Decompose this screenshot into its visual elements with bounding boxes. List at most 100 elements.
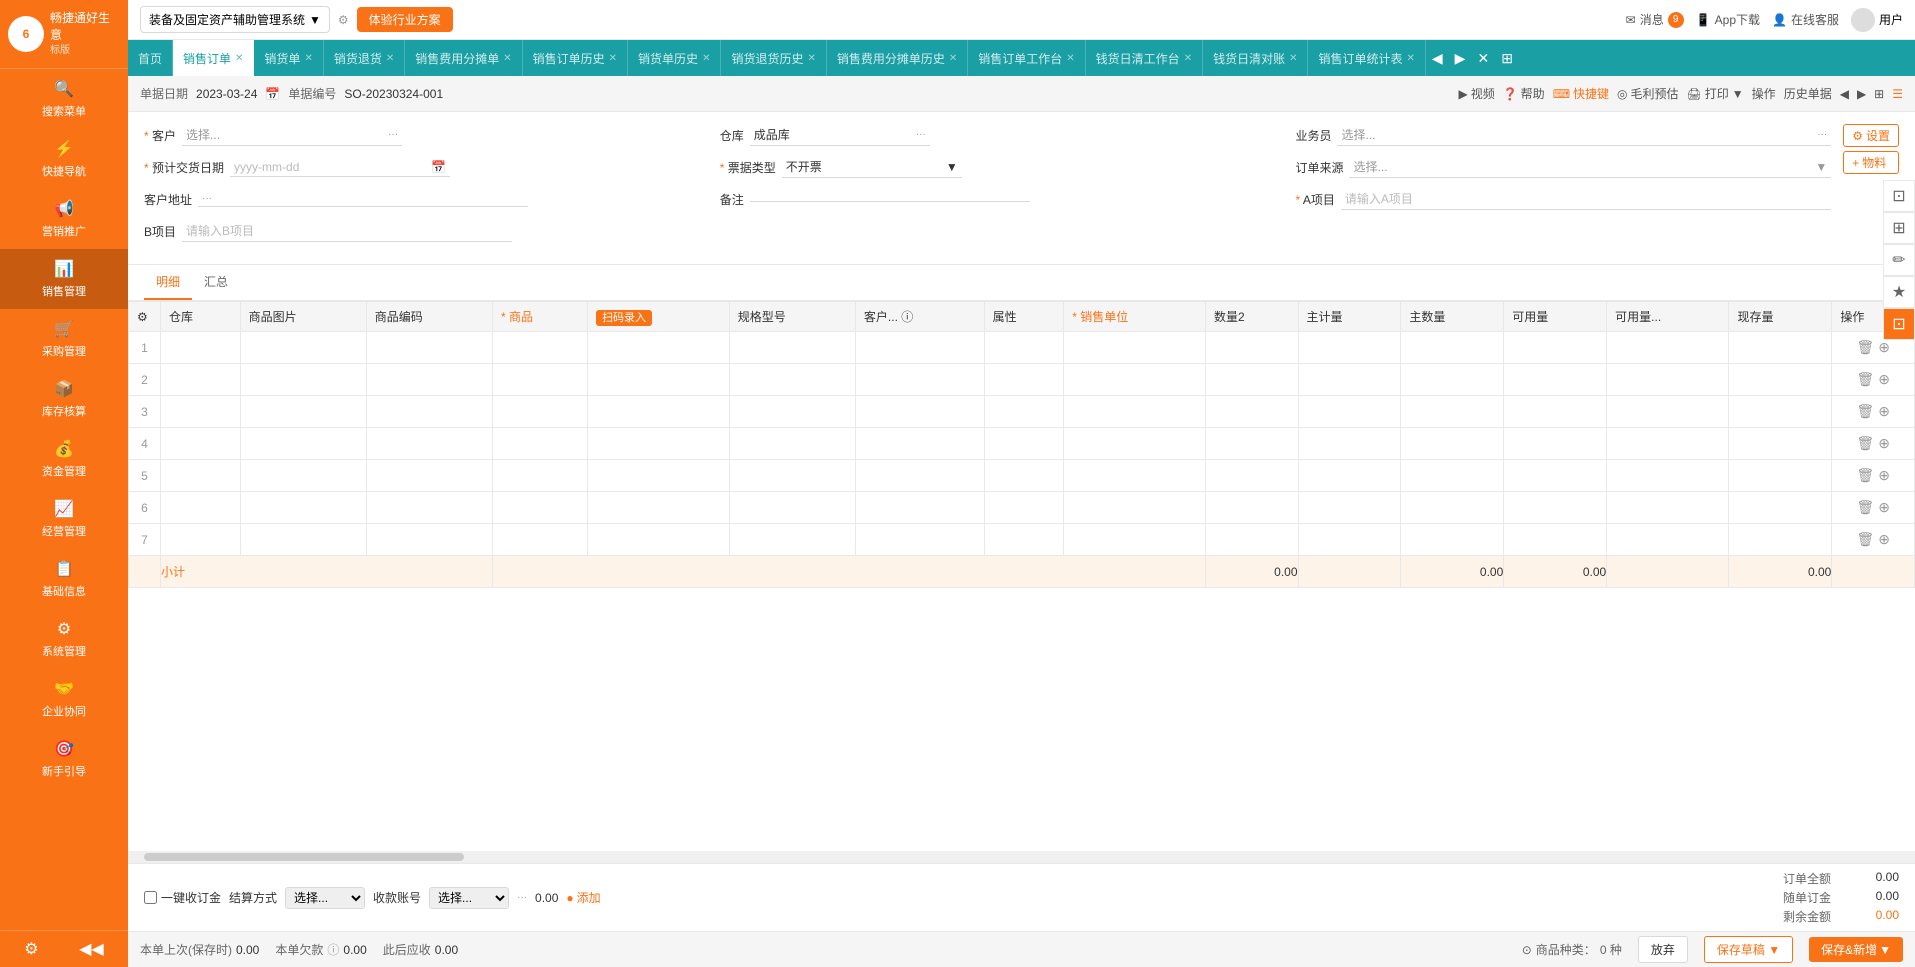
tab-invoice-history[interactable]: 销货单历史 ✕ — [628, 40, 721, 76]
tab-prev-btn[interactable]: ◀ — [1426, 50, 1449, 67]
b-project-input[interactable]: 请输入B项目 — [182, 220, 512, 242]
row-customer-code[interactable] — [855, 332, 984, 364]
row-attr[interactable] — [984, 396, 1064, 428]
row-avail-qty[interactable] — [1504, 332, 1607, 364]
close-icon[interactable]: ✕ — [609, 53, 617, 64]
delete-icon[interactable]: 🗑 — [1856, 531, 1874, 548]
row-image[interactable] — [240, 332, 366, 364]
order-source-input[interactable]: 选择... ▼ — [1349, 156, 1831, 178]
date-value[interactable]: 2023-03-24 — [196, 87, 257, 101]
tab-home[interactable]: 首页 — [128, 40, 173, 76]
close-icon[interactable]: ✕ — [807, 53, 815, 64]
row-unit[interactable] — [1064, 364, 1206, 396]
row-unit[interactable] — [1064, 332, 1206, 364]
th-scan[interactable]: 扫码录入 — [588, 302, 730, 332]
row-spec[interactable] — [729, 396, 855, 428]
tab-order-workbench[interactable]: 销售订单工作台 ✕ — [968, 40, 1085, 76]
sidebar-item-management[interactable]: 📈 经营管理 — [0, 489, 128, 549]
scroll-thumb[interactable] — [144, 853, 464, 861]
right-panel-btn-3[interactable]: ✏ — [1883, 244, 1915, 276]
tab-sales-invoice[interactable]: 销货单 ✕ — [254, 40, 323, 76]
right-panel-btn-4[interactable]: ★ — [1883, 276, 1915, 308]
quick-checkout-input[interactable] — [144, 891, 157, 904]
salesman-input[interactable]: 选择... ··· — [1337, 124, 1831, 146]
sidebar-item-inventory[interactable]: 📦 库存核算 — [0, 369, 128, 429]
history-action[interactable]: 历史单据 — [1784, 85, 1832, 102]
row-qty2[interactable] — [1205, 332, 1298, 364]
close-icon[interactable]: ✕ — [235, 53, 243, 64]
delete-icon[interactable]: 🗑 — [1856, 403, 1874, 420]
sidebar-item-system[interactable]: ⚙ 系统管理 — [0, 609, 128, 669]
row-main-unit[interactable] — [1298, 332, 1401, 364]
row-main-unit[interactable] — [1298, 396, 1401, 428]
user-area[interactable]: 用户 — [1851, 8, 1903, 32]
copy-icon[interactable]: ⊕ — [1878, 371, 1890, 388]
row-avail-qty2[interactable] — [1607, 364, 1729, 396]
tab-cash-reconcile[interactable]: 钱货日清对账 ✕ — [1203, 40, 1308, 76]
customer-input[interactable]: 选择... ··· — [182, 124, 402, 146]
tab-summary[interactable]: 汇总 — [192, 265, 240, 300]
app-selector[interactable]: 装备及固定资产辅助管理系统 ▼ — [140, 6, 330, 33]
row-spec[interactable] — [729, 364, 855, 396]
row-attr[interactable] — [984, 332, 1064, 364]
copy-icon[interactable]: ⊕ — [1878, 403, 1890, 420]
save-draft-button[interactable]: 保存草稿 ▼ — [1704, 936, 1793, 963]
delete-icon[interactable]: 🗑 — [1856, 435, 1874, 452]
row-main-qty[interactable] — [1401, 332, 1504, 364]
sidebar-item-purchase[interactable]: 🛒 采购管理 — [0, 309, 128, 369]
row-goods[interactable] — [492, 396, 587, 428]
view-action[interactable]: ▶ 视频 — [1458, 85, 1494, 102]
sidebar-item-quick[interactable]: ⚡ 快捷导航 — [0, 129, 128, 189]
row-code[interactable] — [366, 364, 492, 396]
sidebar-item-marketing[interactable]: 📢 营销推广 — [0, 189, 128, 249]
row-goods[interactable] — [492, 332, 587, 364]
delete-icon[interactable]: 🗑 — [1856, 467, 1874, 484]
delete-icon[interactable]: 🗑 — [1856, 499, 1874, 516]
row-image[interactable] — [240, 364, 366, 396]
shortcut-action[interactable]: ⌨ 快捷键 — [1553, 85, 1609, 102]
sidebar-item-finance[interactable]: 💰 资金管理 — [0, 429, 128, 489]
row-code[interactable] — [366, 396, 492, 428]
tab-detail[interactable]: 明细 — [144, 265, 192, 300]
tab-cash-workbench[interactable]: 钱货日清工作台 ✕ — [1086, 40, 1203, 76]
tab-sales-return[interactable]: 销货退货 ✕ — [324, 40, 405, 76]
remark-input[interactable] — [750, 197, 1030, 202]
message-item[interactable]: ✉ 消息 9 — [1626, 11, 1684, 28]
close-icon[interactable]: ✕ — [386, 53, 394, 64]
close-icon[interactable]: ✕ — [1066, 53, 1074, 64]
close-icon[interactable]: ✕ — [949, 53, 957, 64]
bank-account-select[interactable]: 选择... — [429, 887, 509, 909]
add-settle-button[interactable]: ● 添加 — [566, 889, 600, 906]
row-customer-code[interactable] — [855, 396, 984, 428]
row-avail-qty[interactable] — [1504, 396, 1607, 428]
row-goods[interactable] — [492, 364, 587, 396]
tab-sales-stats[interactable]: 销售订单统计表 ✕ — [1308, 40, 1425, 76]
a-project-input[interactable]: 请输入A项目 — [1341, 188, 1831, 210]
sidebar-item-sales[interactable]: 📊 销售管理 — [0, 249, 128, 309]
profit-action[interactable]: ◎ 毛利预估 — [1617, 85, 1679, 102]
collapse-icon[interactable]: ◀◀ — [79, 939, 104, 959]
solution-button[interactable]: 体验行业方案 — [357, 7, 453, 32]
row-unit[interactable] — [1064, 396, 1206, 428]
row-main-unit[interactable] — [1298, 364, 1401, 396]
online-service-item[interactable]: 👤 在线客服 — [1772, 11, 1839, 28]
row-warehouse[interactable] — [161, 396, 241, 428]
address-input[interactable]: ··· — [198, 191, 528, 207]
help-action[interactable]: ❓ 帮助 — [1503, 85, 1545, 102]
settings-icon[interactable]: ⚙ — [24, 939, 38, 959]
settings-button[interactable]: ⚙ 设置 — [1843, 124, 1899, 147]
row-stock-qty[interactable] — [1729, 396, 1832, 428]
discard-button[interactable]: 放弃 — [1638, 936, 1688, 963]
row-main-qty[interactable] — [1401, 364, 1504, 396]
delivery-date-input[interactable]: yyyy-mm-dd 📅 — [230, 158, 450, 177]
close-icon[interactable]: ✕ — [1184, 53, 1192, 64]
tab-sales-expense[interactable]: 销售费用分摊单 ✕ — [405, 40, 522, 76]
scan-button[interactable]: 扫码录入 — [596, 310, 652, 326]
row-qty2[interactable] — [1205, 396, 1298, 428]
grid-view-btn[interactable]: ⊞ — [1874, 87, 1884, 101]
sidebar-item-search[interactable]: 🔍 搜索菜单 — [0, 69, 128, 129]
app-download-item[interactable]: 📱 App下载 — [1696, 11, 1760, 28]
tab-close-all-btn[interactable]: ✕ — [1471, 50, 1495, 67]
sidebar-item-enterprise[interactable]: 🤝 企业协同 — [0, 669, 128, 729]
warehouse-input[interactable]: 成品库 ··· — [750, 124, 930, 146]
